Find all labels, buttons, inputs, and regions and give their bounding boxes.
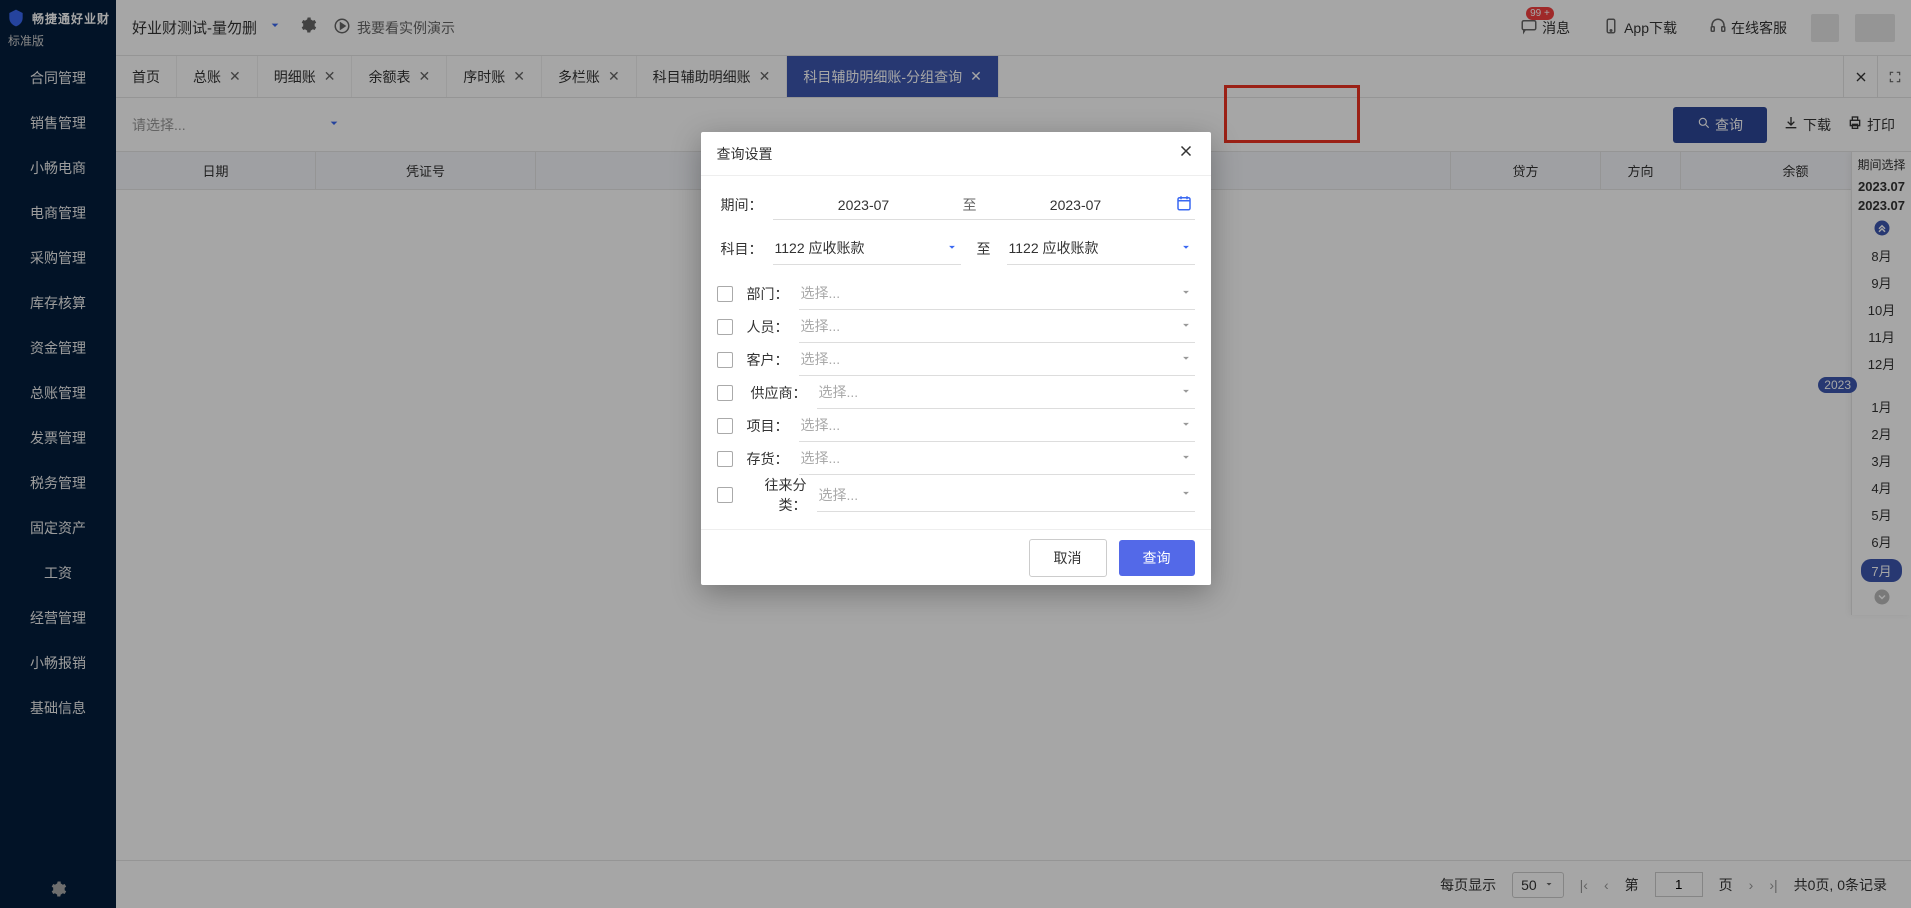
filter-placeholder-5: 选择... [801,448,841,468]
filter-select-1[interactable]: 选择... [799,310,1195,343]
subject-from-select[interactable]: 1122 应收账款 [773,232,961,265]
filter-checkbox-2[interactable] [717,352,733,368]
filter-placeholder-1: 选择... [801,316,841,336]
subject-to-value: 1122 应收账款 [1009,238,1099,258]
calendar-icon[interactable] [1175,194,1193,215]
chevron-down-icon [1179,351,1193,368]
filter-checkbox-6[interactable] [717,487,733,503]
filter-checkbox-0[interactable] [717,286,733,302]
filter-checkbox-4[interactable] [717,418,733,434]
filter-label-4: 项目： [743,416,789,436]
subject-label: 科目： [717,239,763,259]
cancel-button[interactable]: 取消 [1029,539,1107,577]
filter-label-1: 人员： [743,317,789,337]
modal-close-button[interactable] [1177,142,1195,166]
chevron-down-icon [1179,486,1193,503]
filter-placeholder-4: 选择... [801,415,841,435]
chevron-down-icon [1179,417,1193,434]
filter-checkbox-5[interactable] [717,451,733,467]
filter-placeholder-2: 选择... [801,349,841,369]
filter-checkbox-1[interactable] [717,319,733,335]
period-label: 期间： [717,195,763,215]
filter-select-5[interactable]: 选择... [799,442,1195,475]
filter-label-3: 供应商： [743,383,807,403]
period-to[interactable]: 2023-07 [987,197,1165,213]
modal-title: 查询设置 [717,144,773,164]
filter-label-6: 往来分类： [743,475,807,515]
period-to-label: 至 [963,195,977,215]
filter-label-5: 存货： [743,449,789,469]
filter-select-0[interactable]: 选择... [799,277,1195,310]
subject-to-select[interactable]: 1122 应收账款 [1007,232,1195,265]
chevron-down-icon [1179,318,1193,335]
ok-button[interactable]: 查询 [1119,540,1195,576]
chevron-down-icon [1179,384,1193,401]
filter-label-2: 客户： [743,350,789,370]
chevron-down-icon [945,240,959,257]
filter-label-0: 部门： [743,284,789,304]
filter-select-6[interactable]: 选择... [817,479,1195,512]
filter-select-4[interactable]: 选择... [799,409,1195,442]
subject-from-value: 1122 应收账款 [775,238,865,258]
filter-placeholder-0: 选择... [801,283,841,303]
filter-placeholder-6: 选择... [819,485,859,505]
chevron-down-icon [1179,285,1193,302]
filter-placeholder-3: 选择... [819,382,859,402]
filter-checkbox-3[interactable] [717,385,733,401]
chevron-down-icon [1179,450,1193,467]
modal-overlay: 查询设置 期间： 2023-07 至 2023-07 科目： 1122 应收账款 [0,0,1911,908]
query-settings-modal: 查询设置 期间： 2023-07 至 2023-07 科目： 1122 应收账款 [701,132,1211,585]
filter-select-3[interactable]: 选择... [817,376,1195,409]
period-from[interactable]: 2023-07 [775,197,953,213]
filter-select-2[interactable]: 选择... [799,343,1195,376]
chevron-down-icon [1179,240,1193,257]
subject-to-label: 至 [977,239,991,259]
